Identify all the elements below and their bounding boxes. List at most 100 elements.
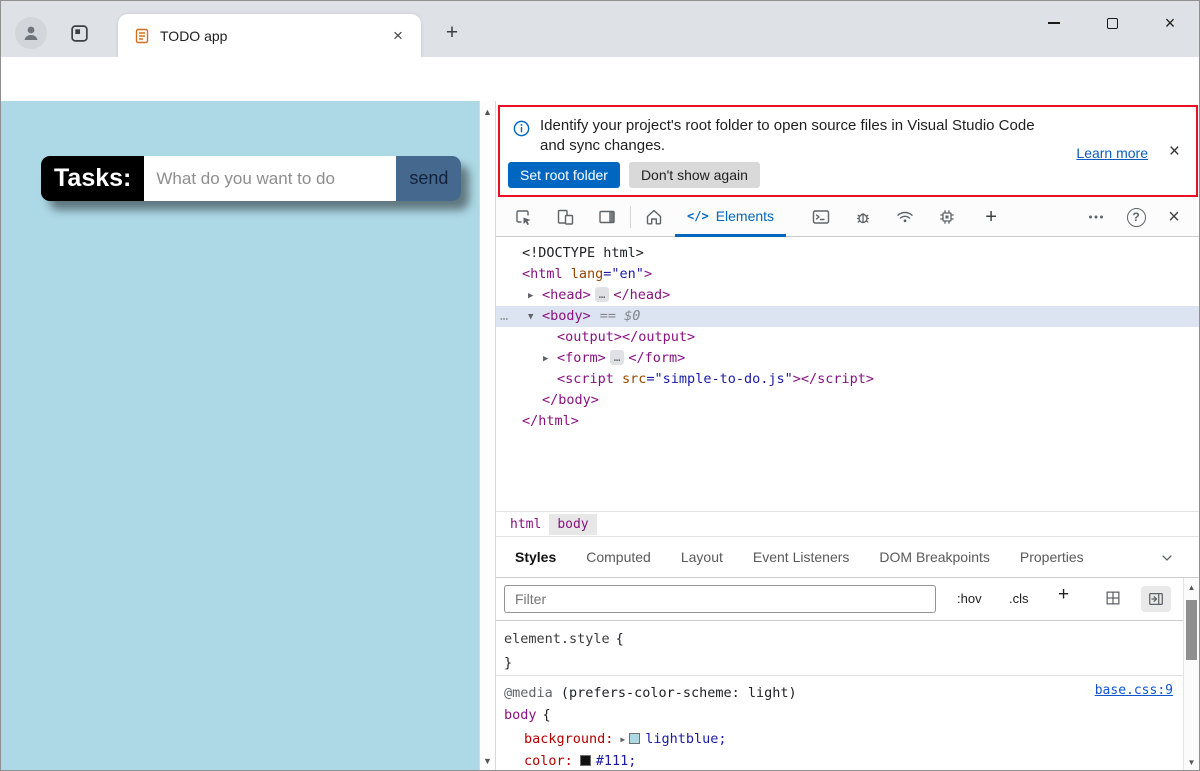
window-controls: × xyxy=(1025,1,1199,49)
tab-actions-menu-icon[interactable] xyxy=(69,23,90,44)
tab-elements[interactable]: </> Elements xyxy=(675,198,786,237)
tab-computed[interactable]: Computed xyxy=(586,549,651,565)
breadcrumb-html[interactable]: html xyxy=(502,514,549,535)
toolbar-separator xyxy=(630,206,631,228)
open-sidebar-icon[interactable] xyxy=(1141,586,1171,612)
node-options-icon[interactable]: … xyxy=(500,306,508,327)
tree-line-html-close[interactable]: </html> xyxy=(496,411,1200,432)
chevron-down-icon[interactable] xyxy=(1159,550,1175,566)
tab-strip: TODO app × + × xyxy=(1,1,1199,57)
expand-arrow-icon[interactable]: ▶ xyxy=(528,286,542,307)
element-style-rule[interactable]: element.style{ xyxy=(504,629,624,649)
styles-tab-bar: Styles Computed Layout Event Listeners D… xyxy=(496,537,1200,578)
tree-line-head[interactable]: ▶<head>…</head> xyxy=(496,285,1200,306)
console-panel-icon[interactable] xyxy=(808,204,834,230)
todo-widget: Tasks: send xyxy=(41,156,461,201)
new-style-rule-icon[interactable]: + xyxy=(1058,584,1069,606)
devtools-panel: Identify your project's root folder to o… xyxy=(496,101,1200,771)
tab-layout[interactable]: Layout xyxy=(681,549,723,565)
root-folder-banner: Identify your project's root folder to o… xyxy=(498,105,1198,197)
add-panel-icon[interactable]: + xyxy=(978,204,1004,230)
person-icon xyxy=(21,23,41,43)
dont-show-again-button[interactable]: Don't show again xyxy=(629,162,760,188)
tab-favicon-icon xyxy=(134,28,150,44)
info-icon xyxy=(512,119,531,138)
debugger-bug-icon[interactable] xyxy=(850,204,876,230)
learn-more-link[interactable]: Learn more xyxy=(1076,145,1148,161)
class-toggle-button[interactable]: .cls xyxy=(1009,591,1029,606)
breadcrumb-body[interactable]: body xyxy=(549,514,596,535)
color-swatch-lightblue[interactable] xyxy=(629,733,640,744)
banner-message-line2: and sync changes. xyxy=(540,136,1035,156)
tab-properties[interactable]: Properties xyxy=(1020,549,1084,565)
styles-filter-input[interactable] xyxy=(504,585,936,613)
address-bar: File C:/Demo/simple-to-do/index.html xyxy=(1,57,1199,101)
more-options-icon[interactable] xyxy=(1083,204,1109,230)
help-icon[interactable]: ? xyxy=(1123,204,1149,230)
close-window-button[interactable]: × xyxy=(1141,1,1199,45)
home-icon[interactable] xyxy=(641,204,667,230)
page-scrollbar[interactable]: ▲ ▼ xyxy=(479,101,496,771)
expand-arrow-icon[interactable]: ▶ xyxy=(543,349,557,370)
ellipsis-badge-icon[interactable]: … xyxy=(595,287,610,302)
tree-line-output[interactable]: <output></output> xyxy=(496,327,1200,348)
code-brackets-icon: </> xyxy=(687,209,709,223)
tree-line-doctype[interactable]: <!DOCTYPE html> xyxy=(496,243,1200,264)
close-devtools-icon[interactable]: × xyxy=(1161,204,1187,230)
style-property-background[interactable]: background:▶lightblue; xyxy=(524,729,727,749)
tab-elements-label: Elements xyxy=(716,208,774,224)
media-query-rule[interactable]: @media (prefers-color-scheme: light) xyxy=(504,683,797,703)
scrollbar-thumb[interactable] xyxy=(1186,600,1197,660)
elements-tree: <!DOCTYPE html> <html lang="en"> ▶<head>… xyxy=(496,237,1200,511)
banner-buttons: Set root folder Don't show again xyxy=(508,162,760,188)
new-tab-button[interactable]: + xyxy=(438,19,466,47)
element-style-close-brace: } xyxy=(504,653,512,673)
breadcrumb: html body xyxy=(496,511,1200,537)
dock-side-icon[interactable] xyxy=(594,204,620,230)
scroll-up-icon[interactable]: ▲ xyxy=(480,107,495,117)
cpu-performance-icon[interactable] xyxy=(934,204,960,230)
tab-dom-breakpoints[interactable]: DOM Breakpoints xyxy=(879,549,989,565)
set-root-folder-button[interactable]: Set root folder xyxy=(508,162,620,188)
maximize-icon xyxy=(1107,18,1118,29)
maximize-button[interactable] xyxy=(1083,1,1141,45)
rule-divider xyxy=(496,675,1200,676)
tab-event-listeners[interactable]: Event Listeners xyxy=(753,549,850,565)
styles-pane: element.style{ } @media (prefers-color-s… xyxy=(496,621,1200,771)
inspect-element-icon[interactable] xyxy=(510,204,536,230)
tree-line-body-selected[interactable]: …▼<body>== $0 xyxy=(496,306,1200,327)
tree-line-script[interactable]: <script src="simple-to-do.js"></script> xyxy=(496,369,1200,390)
profile-avatar[interactable] xyxy=(15,17,47,49)
stylesheet-source-link[interactable]: base.css:9 xyxy=(1095,683,1173,698)
styles-scrollbar[interactable]: ▲ ▼ xyxy=(1183,578,1199,771)
devtools-toolbar: </> Elements + ? × xyxy=(496,198,1200,237)
browser-window: TODO app × + × File C:/Demo/simple-to-do… xyxy=(0,0,1200,771)
close-icon: × xyxy=(1165,14,1176,32)
browser-tab[interactable]: TODO app × xyxy=(118,14,421,57)
scroll-up-icon[interactable]: ▲ xyxy=(1184,583,1199,592)
body-selector-rule[interactable]: body{ xyxy=(504,705,551,725)
scroll-down-icon[interactable]: ▼ xyxy=(1184,758,1199,767)
send-button[interactable]: send xyxy=(396,156,461,201)
style-property-color[interactable]: color:#111; xyxy=(524,751,636,771)
tree-line-form[interactable]: ▶<form>…</form> xyxy=(496,348,1200,369)
scroll-down-icon[interactable]: ▼ xyxy=(480,756,495,766)
banner-message: Identify your project's root folder to o… xyxy=(540,116,1035,156)
grid-overlay-icon[interactable] xyxy=(1104,589,1122,607)
banner-close-icon[interactable]: × xyxy=(1169,141,1180,163)
pseudo-state-button[interactable]: :hov xyxy=(957,591,982,606)
tab-styles[interactable]: Styles xyxy=(515,549,556,565)
device-emulation-icon[interactable] xyxy=(552,204,578,230)
minimize-button[interactable] xyxy=(1025,1,1083,45)
page-content: Tasks: send xyxy=(1,101,479,771)
network-conditions-icon[interactable] xyxy=(892,204,918,230)
tab-close-icon[interactable]: × xyxy=(387,25,409,47)
ellipsis-badge-icon[interactable]: … xyxy=(610,350,625,365)
collapse-arrow-icon[interactable]: ▼ xyxy=(528,307,542,328)
tree-line-html[interactable]: <html lang="en"> xyxy=(496,264,1200,285)
banner-message-line1: Identify your project's root folder to o… xyxy=(540,116,1035,136)
todo-input[interactable] xyxy=(144,156,396,201)
expand-arrow-icon[interactable]: ▶ xyxy=(620,735,625,744)
tree-line-body-close[interactable]: </body> xyxy=(496,390,1200,411)
color-swatch-black[interactable] xyxy=(580,755,591,766)
